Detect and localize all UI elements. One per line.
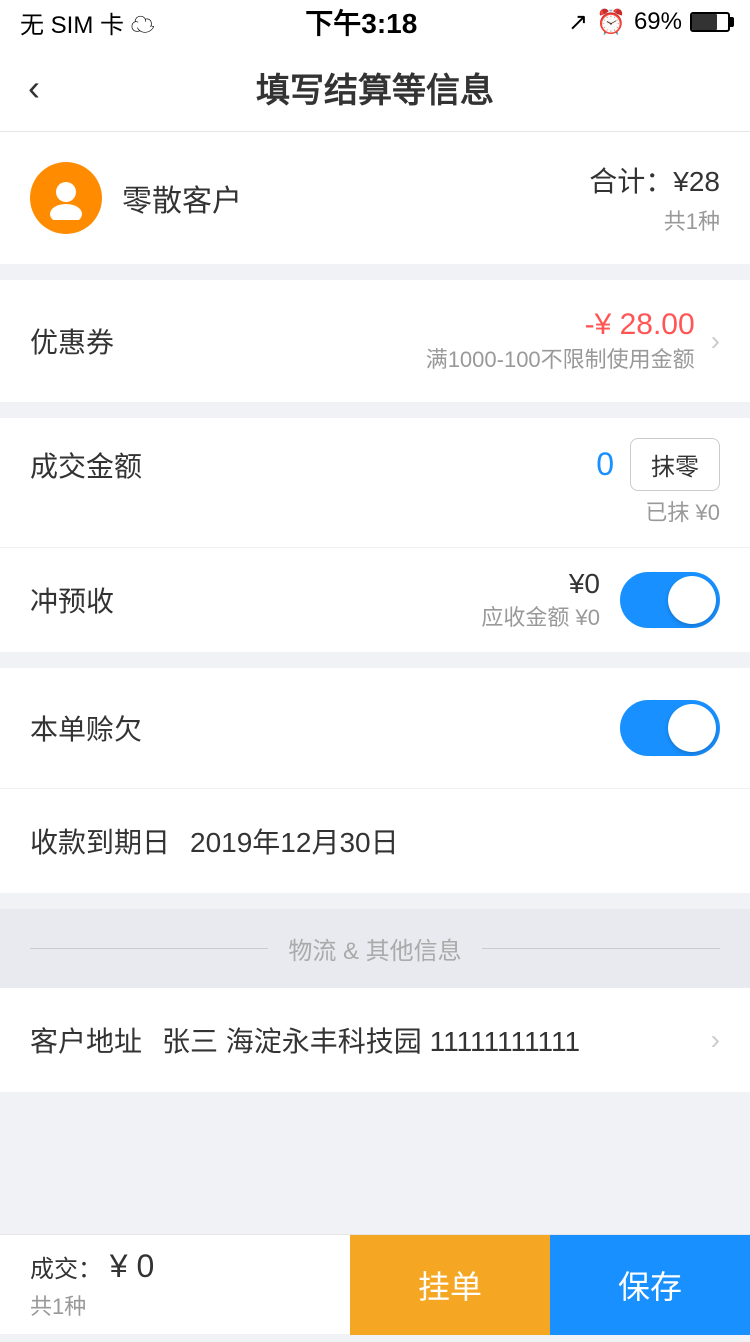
debt-section: 本单赊欠 收款到期日 2019年12月30日 bbox=[0, 668, 750, 893]
address-row[interactable]: 客户地址 张三 海淀永丰科技园 11111111111 › bbox=[0, 988, 750, 1092]
debt-toggle[interactable] bbox=[620, 700, 720, 756]
customer-left: 零散客户 bbox=[30, 162, 242, 234]
bottom-bar: 成交： ¥ 0 共1种 挂单 保存 bbox=[0, 1234, 750, 1334]
status-left: 无 SIM 卡 ☁ bbox=[20, 5, 155, 40]
customer-name: 零散客户 bbox=[122, 176, 242, 220]
user-icon bbox=[44, 176, 88, 220]
address-value: 张三 海淀永丰科技园 11111111111 bbox=[162, 1020, 701, 1060]
status-right: ↗ ⏰ 69% bbox=[568, 8, 730, 37]
prepay-right: ¥0 应收金额 ¥0 bbox=[481, 568, 720, 632]
transaction-amount-row: 成交金额 抹零 已抹 ¥0 bbox=[0, 418, 750, 547]
status-time: 下午3:18 bbox=[305, 2, 417, 42]
bottom-trade-label: 成交： bbox=[30, 1256, 102, 1283]
bottom-trade-row: 成交： ¥ 0 bbox=[30, 1248, 320, 1285]
due-date-label: 收款到期日 bbox=[30, 821, 170, 861]
transaction-label: 成交金额 bbox=[30, 445, 142, 485]
address-label: 客户地址 bbox=[30, 1020, 142, 1060]
customer-count: 共1种 bbox=[589, 204, 720, 236]
prepay-label: 冲预收 bbox=[30, 580, 114, 620]
page-title: 填写结算等信息 bbox=[256, 63, 494, 112]
prepay-row: 冲预收 ¥0 应收金额 ¥0 bbox=[0, 547, 750, 652]
due-date-row: 收款到期日 2019年12月30日 bbox=[0, 788, 750, 893]
divider-right bbox=[482, 948, 720, 949]
customer-avatar bbox=[30, 162, 102, 234]
chevron-right-icon: › bbox=[711, 325, 720, 357]
location-icon: ↗ bbox=[568, 8, 588, 37]
coupon-right: -¥ 28.00 满1000-100不限制使用金额 › bbox=[426, 308, 720, 374]
prepay-toggle[interactable] bbox=[620, 572, 720, 628]
prepay-sub: 应收金额 ¥0 bbox=[481, 600, 600, 632]
coupon-label: 优惠券 bbox=[30, 321, 114, 361]
transaction-section: 成交金额 抹零 已抹 ¥0 冲预收 ¥0 应收金额 ¥0 bbox=[0, 418, 750, 652]
customer-total: 合计：¥28 bbox=[589, 160, 720, 200]
coupon-row[interactable]: 优惠券 -¥ 28.00 满1000-100不限制使用金额 › bbox=[0, 280, 750, 402]
divider-left bbox=[30, 948, 268, 949]
battery-label: 69% bbox=[634, 8, 682, 36]
sim-label: 无 SIM 卡 ☁ bbox=[20, 5, 155, 40]
debt-row: 本单赊欠 bbox=[0, 668, 750, 788]
address-chevron-icon: › bbox=[711, 1024, 720, 1056]
status-bar: 无 SIM 卡 ☁ 下午3:18 ↗ ⏰ 69% bbox=[0, 0, 750, 44]
address-section: 客户地址 张三 海淀永丰科技园 11111111111 › bbox=[0, 988, 750, 1092]
due-date-value: 2019年12月30日 bbox=[190, 821, 399, 861]
round-zero-button[interactable]: 抹零 bbox=[630, 438, 720, 491]
customer-right: 合计：¥28 共1种 bbox=[589, 160, 720, 236]
nav-bar: ‹ 填写结算等信息 bbox=[0, 44, 750, 132]
hang-button[interactable]: 挂单 bbox=[350, 1235, 550, 1335]
debt-label: 本单赊欠 bbox=[30, 708, 142, 748]
transaction-input[interactable] bbox=[534, 446, 614, 483]
divider-section: 物流 & 其他信息 bbox=[0, 909, 750, 988]
save-button[interactable]: 保存 bbox=[550, 1235, 750, 1335]
alarm-icon: ⏰ bbox=[596, 8, 626, 37]
bottom-count: 共1种 bbox=[30, 1289, 320, 1321]
transaction-value-wrap: 抹零 bbox=[534, 438, 720, 491]
back-button[interactable]: ‹ bbox=[28, 67, 40, 109]
prepay-toggle-knob bbox=[668, 576, 716, 624]
coupon-amount: -¥ 28.00 bbox=[426, 308, 695, 342]
coupon-section: 优惠券 -¥ 28.00 满1000-100不限制使用金额 › bbox=[0, 280, 750, 402]
bottom-trade-amount: ¥ 0 bbox=[110, 1248, 154, 1284]
battery-icon bbox=[690, 12, 730, 32]
prepay-amounts: ¥0 应收金额 ¥0 bbox=[481, 568, 600, 632]
prepay-value: ¥0 bbox=[481, 568, 600, 600]
bottom-info: 成交： ¥ 0 共1种 bbox=[0, 1248, 350, 1321]
transaction-sub: 已抹 ¥0 bbox=[645, 495, 720, 527]
divider-label: 物流 & 其他信息 bbox=[288, 931, 461, 966]
coupon-description: 满1000-100不限制使用金额 bbox=[426, 342, 695, 374]
debt-toggle-knob bbox=[668, 704, 716, 752]
customer-section: 零散客户 合计：¥28 共1种 bbox=[0, 132, 750, 264]
